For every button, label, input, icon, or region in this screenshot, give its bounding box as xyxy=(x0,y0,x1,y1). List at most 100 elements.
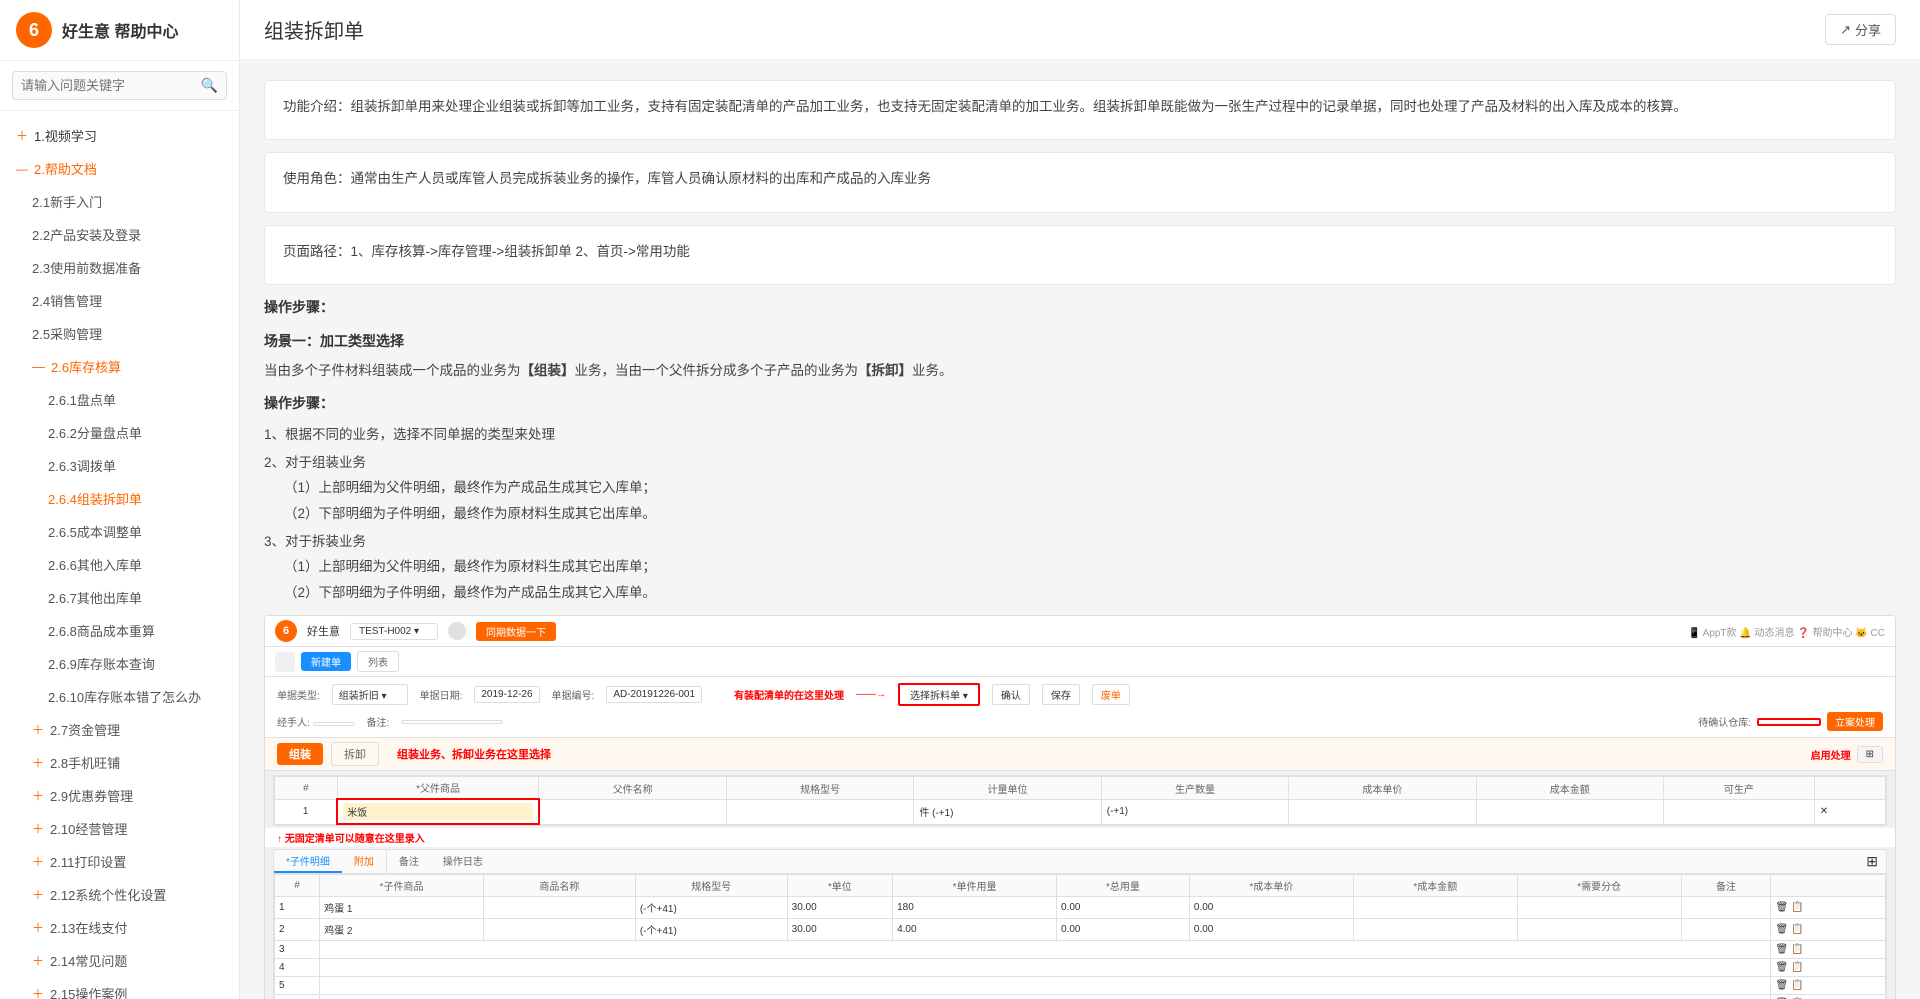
sidebar-item-stock-error[interactable]: 2.6.10库存账本错了怎么办 xyxy=(0,680,239,713)
sidebar-item-stock-count[interactable]: 2.6.1盘点单 xyxy=(0,383,239,416)
label-docno: 单据编号: xyxy=(552,687,595,702)
main-content: 组装拆卸单 ↗ 分享 功能介绍：组装拆卸单用来处理企业组装或拆卸等加工业务，支持… xyxy=(240,0,1920,999)
sidebar-item-mobile[interactable]: ＋ 2.8手机旺铺 xyxy=(0,746,239,779)
ltd-act-1[interactable]: 🗑 📋 xyxy=(1771,897,1886,919)
ltd-spec-1: (-个+41) xyxy=(635,897,787,919)
app-form-row1: 单据类型: 组装折旧 ▾ 单据日期: 2019-12-26 单据编号: AD-2… xyxy=(277,683,1883,706)
sidebar-item-cases[interactable]: ＋ 2.15操作案例 xyxy=(0,977,239,999)
search-icon[interactable]: 🔍 xyxy=(201,77,218,94)
sidebar-item-docs[interactable]: — 2.帮助文档 xyxy=(0,152,239,185)
op-steps2-title: 操作步骤： xyxy=(264,393,1896,413)
td-seq-1: 1 xyxy=(275,799,338,824)
sidebar-item-customize[interactable]: ＋ 2.12系统个性化设置 xyxy=(0,878,239,911)
ltd-empty-4 xyxy=(320,959,1771,977)
sidebar-item-assembly[interactable]: 2.6.4组装拆卸单 xyxy=(0,482,239,515)
sidebar-item-newcomer[interactable]: 2.1新手入门 xyxy=(0,185,239,218)
label-confirm-warehouse: 待确认仓库: xyxy=(1698,714,1751,729)
sub-tab-detail[interactable]: *子件明细 xyxy=(274,850,342,873)
sidebar-item-adjust[interactable]: 2.6.3调拨单 xyxy=(0,449,239,482)
expand-icon-area[interactable]: ⊞ xyxy=(1858,850,1886,873)
ltd-act-6[interactable]: 🗑 📋 xyxy=(1771,995,1886,999)
sub-tab-log[interactable]: 操作日志 xyxy=(431,850,495,873)
sidebar-item-data-prep[interactable]: 2.3使用前数据准备 xyxy=(0,251,239,284)
app-tab-active[interactable]: 新建单 xyxy=(301,652,351,671)
select-config-btn[interactable]: 选择拆料单 ▾ xyxy=(898,683,980,706)
ltd-wh-2 xyxy=(1517,919,1681,941)
sidebar-item-cost-adjust[interactable]: 2.6.5成本调整单 xyxy=(0,515,239,548)
ltd-seq-4: 4 xyxy=(275,959,320,977)
sidebar-item-print[interactable]: ＋ 2.11打印设置 xyxy=(0,845,239,878)
app-right-icons: 📱 AppT款 🔔 动态消息 ❓ 帮助中心 🐱 CC xyxy=(1688,624,1885,639)
annot-arrow1: ——→ xyxy=(856,689,886,700)
search-input[interactable] xyxy=(21,78,201,93)
ltd-qtot-2: 0.00 xyxy=(1056,919,1189,941)
sidebar-item-video[interactable]: ＋ 1.视频学习 xyxy=(0,119,239,152)
share-button[interactable]: ↗ 分享 xyxy=(1825,14,1896,45)
step-3-sub: （1）上部明细为父件明细，最终作为原材料生成其它出库单； （2）下部明细为子件明… xyxy=(264,555,1896,606)
td-goods-1[interactable]: 米饭 xyxy=(337,799,539,824)
th-goods-code: *父件商品 xyxy=(337,777,539,800)
sidebar-item-online-pay[interactable]: ＋ 2.13在线支付 xyxy=(0,911,239,944)
apply-btn[interactable]: 立案处理 xyxy=(1827,712,1883,731)
ltd-act-5[interactable]: 🗑 📋 xyxy=(1771,977,1886,995)
screenshot-wrapper: 6 好生意 TEST-H002 ▾ 同期数据一下 📱 AppT款 🔔 动态消息 … xyxy=(264,615,1896,999)
sub-tab-remark[interactable]: 备注 xyxy=(387,850,431,873)
app-tab-list[interactable]: 列表 xyxy=(357,651,399,672)
assembly-tab[interactable]: 组装 xyxy=(277,743,323,765)
op-steps-section: 操作步骤： 场景一：加工类型选择 当由多个子件材料组装成一个成品的业务为【组装】… xyxy=(264,297,1896,605)
step-list: 1、根据不同的业务，选择不同单据的类型来处理 2、对于组装业务 （1）上部明细为… xyxy=(264,423,1896,605)
sidebar-item-ops[interactable]: ＋ 2.10经营管理 xyxy=(0,812,239,845)
sidebar-item-other-in[interactable]: 2.6.6其他入库单 xyxy=(0,548,239,581)
sidebar-item-stock-ledger[interactable]: 2.6.9库存账本查询 xyxy=(0,647,239,680)
plus-icon: ＋ xyxy=(32,985,44,999)
app-company-selector[interactable]: TEST-H002 ▾ xyxy=(350,623,438,640)
plus-icon: ＋ xyxy=(32,787,44,804)
date-input[interactable]: 2019-12-26 xyxy=(474,686,539,703)
abandon-btn[interactable]: 废单 xyxy=(1092,684,1130,705)
th-avail: 可生产 xyxy=(1664,777,1815,800)
confirm-btn[interactable]: 确认 xyxy=(992,684,1030,705)
ltd-spec-2: (-个+41) xyxy=(635,919,787,941)
sidebar-item-finance[interactable]: ＋ 2.7资金管理 xyxy=(0,713,239,746)
sidebar-item-install[interactable]: 2.2产品安装及登录 xyxy=(0,218,239,251)
sidebar-item-purchase[interactable]: 2.5采购管理 xyxy=(0,317,239,350)
save-btn[interactable]: 保存 xyxy=(1042,684,1080,705)
ltd-seq-2: 2 xyxy=(275,919,320,941)
docno-input[interactable]: AD-20191226-001 xyxy=(606,686,702,703)
remark-input[interactable] xyxy=(401,720,503,724)
sidebar-item-other-out[interactable]: 2.6.7其他出库单 xyxy=(0,581,239,614)
ltd-ct-2 xyxy=(1353,919,1517,941)
sidebar-item-faq[interactable]: ＋ 2.14常见问题 xyxy=(0,944,239,977)
ltd-act-3[interactable]: 🗑 📋 xyxy=(1771,941,1886,959)
lower-table-area: *子件明细 附加 备注 操作日志 ⊞ # *子件商品 商品名称 规格型号 *单位 xyxy=(273,849,1887,999)
upper-table-header-row: # *父件商品 父件名称 规格型号 计量单位 生产数量 成本单价 成本金额 可生… xyxy=(275,777,1886,800)
app-menu-icon[interactable] xyxy=(275,652,295,672)
plus-icon: ＋ xyxy=(32,919,44,936)
sub-tab-apply[interactable]: 附加 xyxy=(342,850,387,873)
ltd-goods-2[interactable]: 鸡蛋 2 xyxy=(320,919,484,941)
ltd-act-2[interactable]: 🗑 📋 xyxy=(1771,919,1886,941)
upper-table-area: # *父件商品 父件名称 规格型号 计量单位 生产数量 成本单价 成本金额 可生… xyxy=(273,775,1887,826)
ltd-qper-2: 4.00 xyxy=(893,919,1057,941)
warehouse-input[interactable] xyxy=(1757,718,1821,726)
sidebar-item-sales[interactable]: 2.4销售管理 xyxy=(0,284,239,317)
ltd-rem-2 xyxy=(1681,919,1771,941)
search-wrap[interactable]: 🔍 xyxy=(12,71,227,100)
handler-input[interactable] xyxy=(313,722,355,726)
disassembly-tab[interactable]: 拆卸 xyxy=(331,742,379,766)
sidebar-item-goods-cost[interactable]: 2.6.8商品成本重算 xyxy=(0,614,239,647)
ltd-goods-1[interactable]: 鸡蛋 1 xyxy=(320,897,484,919)
ltd-act-4[interactable]: 🗑 📋 xyxy=(1771,959,1886,977)
td-unit-1: 件 (-+1) xyxy=(914,799,1101,824)
sidebar-item-partial-stock[interactable]: 2.6.2分量盘点单 xyxy=(0,416,239,449)
app-new-bill-btn[interactable]: 同期数据一下 xyxy=(476,622,556,641)
content-area: 功能介绍：组装拆卸单用来处理企业组装或拆卸等加工业务，支持有固定装配清单的产品加… xyxy=(240,60,1920,999)
sidebar-item-inventory[interactable]: — 2.6库存核算 xyxy=(0,350,239,383)
app-nav-bar: 新建单 列表 xyxy=(265,647,1895,677)
logo-icon: 6 xyxy=(16,12,52,48)
sidebar-item-coupon[interactable]: ＋ 2.9优惠券管理 xyxy=(0,779,239,812)
doctype-input[interactable]: 组装折旧 ▾ xyxy=(332,684,408,705)
goods-input-1[interactable]: 米饭 xyxy=(343,803,533,820)
batch-icon[interactable]: ⊞ xyxy=(1857,746,1883,763)
ltd-empty-3 xyxy=(320,941,1771,959)
